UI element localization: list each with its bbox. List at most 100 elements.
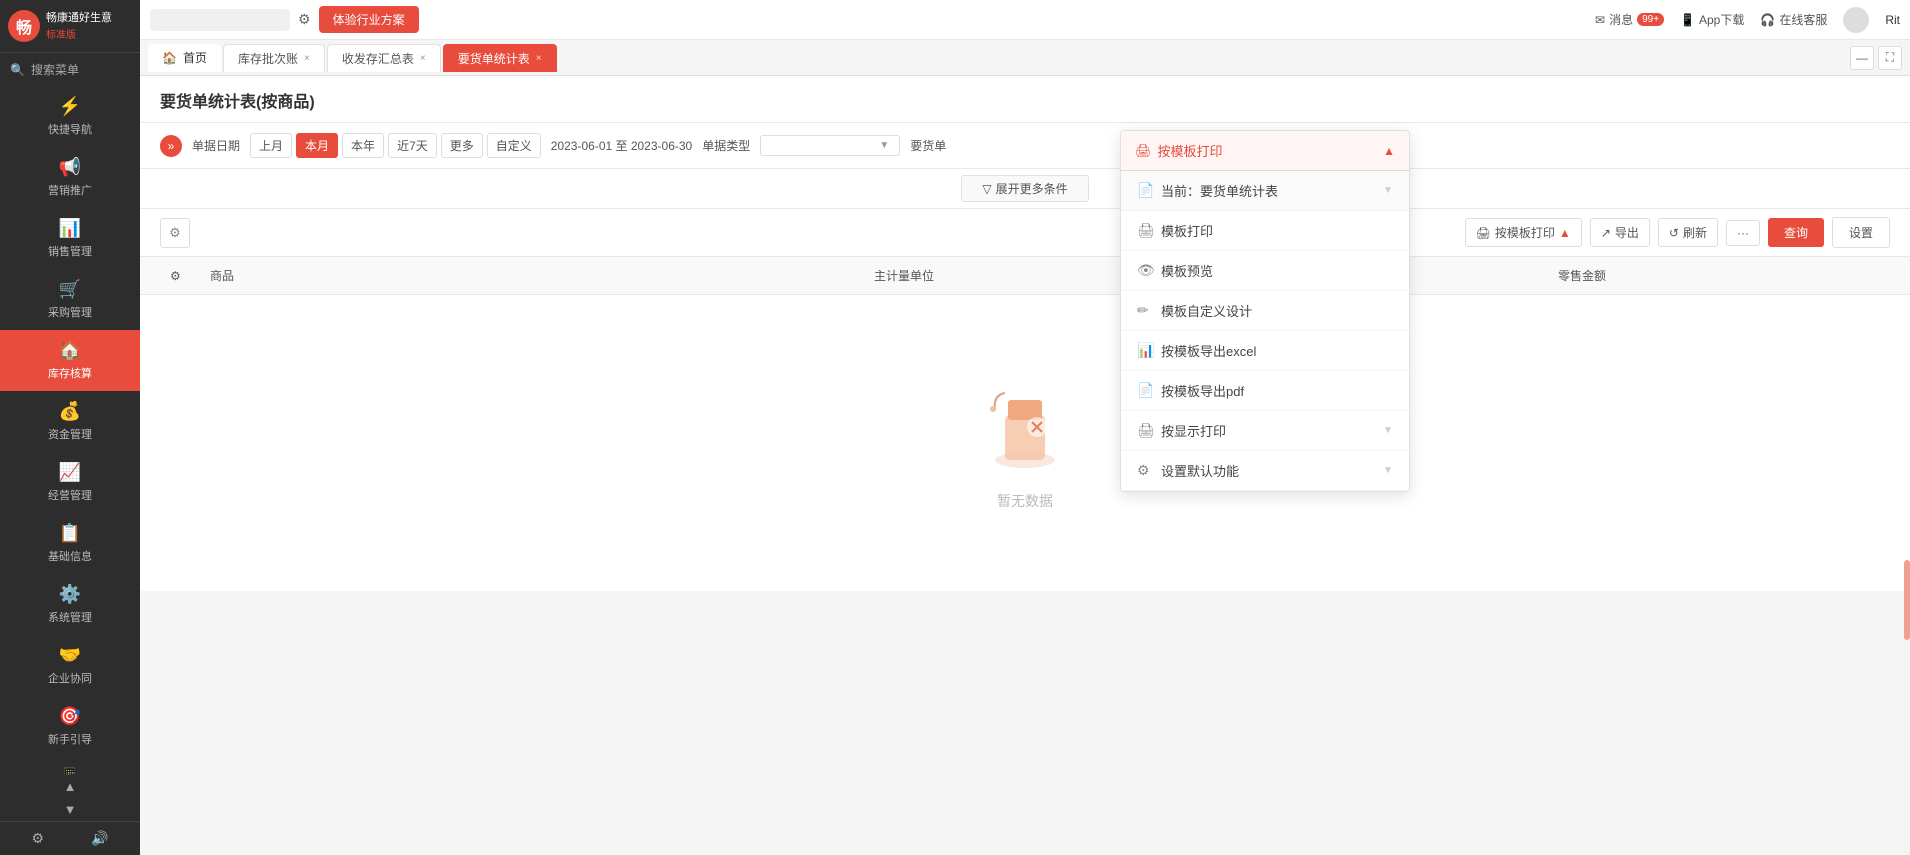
order-type-select[interactable]: ▼ <box>760 135 900 156</box>
dropdown-export-excel[interactable]: 📊 按模板导出excel <box>1121 331 1409 371</box>
default-function-icon: ⚙ <box>1137 462 1153 479</box>
settings-button[interactable]: 设置 <box>1832 217 1890 248</box>
sidebar-scroll-up[interactable]: ▲ <box>0 775 140 798</box>
dropdown-header: 🖨 按模板打印 ▲ <box>1121 131 1409 171</box>
dropdown-title-label: 按模板打印 <box>1158 141 1223 160</box>
dropdown-template-preview[interactable]: 👁 模板预览 <box>1121 251 1409 291</box>
settings-gear-icon[interactable]: ⚙ <box>32 830 45 847</box>
sidebar-item-shortcut[interactable]: ⚡ 快捷导航 <box>0 86 140 147</box>
dropdown-default-function[interactable]: ⚙ 设置默认功能 ▼ <box>1121 451 1409 491</box>
system-icon: ⚙️ <box>59 584 81 605</box>
tab-receipts-summary-close[interactable]: × <box>420 53 426 64</box>
filter-expand-button[interactable]: » <box>160 135 182 157</box>
sidebar-scroll-down[interactable]: ▼ <box>0 798 140 821</box>
sales-icon: 📊 <box>59 218 81 239</box>
dropdown-template-print[interactable]: 🖨 模板打印 <box>1121 211 1409 251</box>
date-last-7[interactable]: 近7天 <box>388 133 437 158</box>
query-button[interactable]: 查询 <box>1768 218 1824 247</box>
tabs-right-controls: — ⛶ <box>1850 46 1902 70</box>
template-design-label: 模板自定义设计 <box>1161 301 1393 320</box>
sidebar-item-operation[interactable]: 📈 经营管理 <box>0 452 140 513</box>
sidebar-item-appstore[interactable]: 📱 应用中心 <box>0 757 140 775</box>
volume-icon[interactable]: 🔊 <box>91 830 108 847</box>
sidebar-item-marketing-label: 营销推广 <box>48 182 92 198</box>
refresh-button[interactable]: ↺ 刷新 <box>1658 218 1718 247</box>
app-download-label: App下载 <box>1699 11 1744 28</box>
dropdown-close-icon[interactable]: ▲ <box>1383 144 1395 158</box>
scrollbar-indicator[interactable] <box>1904 560 1910 640</box>
sidebar-search[interactable]: 🔍 搜索菜单 <box>0 53 140 86</box>
dropdown-current[interactable]: 📄 当前：要货单统计表 ▼ <box>1121 171 1409 211</box>
sidebar-item-basic[interactable]: 📋 基础信息 <box>0 513 140 574</box>
date-last-month[interactable]: 上月 <box>250 133 292 158</box>
tab-home[interactable]: 🏠 首页 <box>148 44 221 72</box>
export-excel-icon: 📊 <box>1137 342 1153 359</box>
export-button[interactable]: ↗ 导出 <box>1590 218 1650 247</box>
topbar-search-input[interactable] <box>150 9 290 31</box>
sidebar-item-finance[interactable]: 💰 资金管理 <box>0 391 140 452</box>
topbar: ⚙ 体验行业方案 ✉ 消息 99+ 📱 App下载 🎧 在线客服 Rit <box>140 0 1910 40</box>
dropdown-export-pdf[interactable]: 📄 按模板导出pdf <box>1121 371 1409 411</box>
date-custom[interactable]: 自定义 <box>487 133 541 158</box>
tab-receipts-summary-label: 收发存汇总表 <box>342 50 414 67</box>
current-template-icon: 📄 <box>1137 182 1153 199</box>
dropdown-template-design[interactable]: ✏ 模板自定义设计 <box>1121 291 1409 331</box>
user-avatar[interactable] <box>1843 7 1869 33</box>
page-header: 要货单统计表(按商品) <box>140 76 1910 123</box>
trial-button[interactable]: 体验行业方案 <box>319 6 419 33</box>
message-button[interactable]: ✉ 消息 99+ <box>1595 11 1664 28</box>
enterprise-icon: 🤝 <box>59 645 81 666</box>
online-service-button[interactable]: 🎧 在线客服 <box>1760 11 1827 28</box>
sidebar-item-sales[interactable]: 📊 销售管理 <box>0 208 140 269</box>
sidebar-item-guide[interactable]: 🎯 新手引导 <box>0 696 140 757</box>
display-print-icon: 🖨 <box>1137 422 1153 439</box>
sidebar-item-system-label: 系统管理 <box>48 609 92 625</box>
date-this-month[interactable]: 本月 <box>296 133 338 158</box>
search-icon: 🔍 <box>10 63 25 77</box>
sidebar-item-marketing[interactable]: 📢 营销推广 <box>0 147 140 208</box>
print-dropdown-overlay: 🖨 按模板打印 ▲ 📄 当前：要货单统计表 ▼ 🖨 模板打印 👁 模板预览 ✏ … <box>1120 130 1410 492</box>
message-label: 消息 <box>1609 11 1633 28</box>
finance-icon: 💰 <box>59 401 81 422</box>
tab-order-stats[interactable]: 要货单统计表 × <box>443 44 557 72</box>
action-bar: ⚙ 🖨 按模板打印 ▲ ↗ 导出 ↺ 刷新 ··· 查询 <box>140 209 1910 257</box>
gear-config-button[interactable]: ⚙ <box>160 218 190 248</box>
dropdown-display-print[interactable]: 🖨 按显示打印 ▼ <box>1121 411 1409 451</box>
dropdown-title: 🖨 按模板打印 <box>1135 141 1223 160</box>
guide-icon: 🎯 <box>59 706 81 727</box>
empty-state: 暂无数据 <box>140 295 1910 591</box>
printer-icon: 🖨 <box>1476 226 1491 240</box>
empty-text: 暂无数据 <box>997 491 1053 511</box>
tab-minimize-button[interactable]: — <box>1850 46 1874 70</box>
tab-receipts-summary[interactable]: 收发存汇总表 × <box>327 44 441 72</box>
more-options-button[interactable]: ··· <box>1726 220 1760 246</box>
date-range-display: 2023-06-01 至 2023-06-30 <box>551 137 692 154</box>
appstore-icon: 📱 <box>59 767 81 775</box>
sidebar-item-inventory[interactable]: 🏠 库存核算 <box>0 330 140 391</box>
sidebar-search-label: 搜索菜单 <box>31 61 79 78</box>
refresh-icon: ↺ <box>1669 226 1679 240</box>
content-area: 要货单统计表(按商品) » 单据日期 上月 本月 本年 近7天 更多 自定义 2… <box>140 76 1910 855</box>
sidebar-item-purchase[interactable]: 🛒 采购管理 <box>0 269 140 330</box>
date-more[interactable]: 更多 <box>441 133 483 158</box>
app-download-button[interactable]: 📱 App下载 <box>1680 11 1744 28</box>
print-dropdown-button[interactable]: 🖨 按模板打印 ▲ <box>1465 218 1582 247</box>
tab-inventory-batch-close[interactable]: × <box>304 53 310 64</box>
expand-more-button[interactable]: ▽ 展开更多条件 <box>961 175 1088 202</box>
app-name: 畅康通好生意 <box>46 11 112 26</box>
date-this-year[interactable]: 本年 <box>342 133 384 158</box>
column-amount: 零售金额 <box>1548 267 1890 284</box>
tab-order-stats-label: 要货单统计表 <box>458 50 530 67</box>
column-gear[interactable]: ⚙ <box>160 269 200 283</box>
tab-order-stats-close[interactable]: × <box>536 53 542 64</box>
tab-inventory-batch[interactable]: 库存批次账 × <box>223 44 325 72</box>
page-title: 要货单统计表(按商品) <box>160 88 1890 112</box>
sidebar-bottom: ⚙ 🔊 <box>0 821 140 855</box>
topbar-gear-icon[interactable]: ⚙ <box>298 11 311 28</box>
sidebar-item-enterprise[interactable]: 🤝 企业协同 <box>0 635 140 696</box>
online-service-label: 在线客服 <box>1779 11 1827 28</box>
tab-maximize-button[interactable]: ⛶ <box>1878 46 1902 70</box>
app-version: 标准版 <box>46 26 112 41</box>
sidebar-item-system[interactable]: ⚙️ 系统管理 <box>0 574 140 635</box>
app-logo: 畅 畅康通好生意 标准版 <box>0 0 140 53</box>
